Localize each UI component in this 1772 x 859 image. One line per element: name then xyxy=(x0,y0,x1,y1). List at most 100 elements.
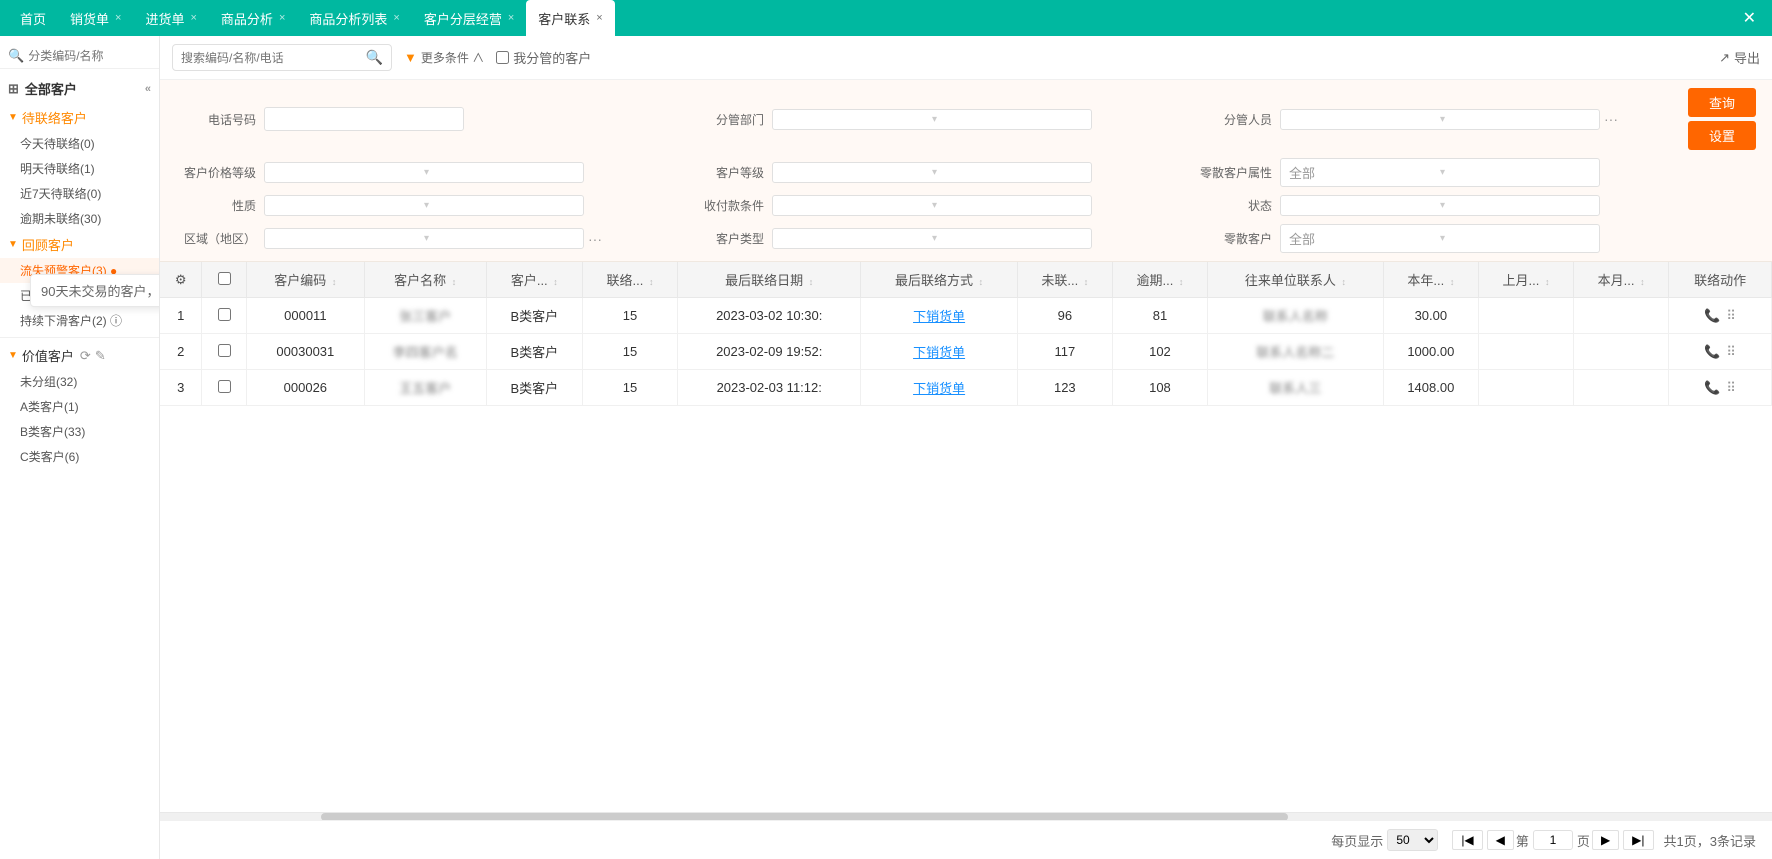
tab-home[interactable]: 首页 xyxy=(8,9,58,28)
filter-select-nature[interactable]: ▾ xyxy=(264,195,584,216)
select-all-checkbox[interactable] xyxy=(218,272,231,285)
sort-icon-last-date[interactable]: ↕ xyxy=(809,277,814,287)
sidebar-item-class-b[interactable]: B类客户(33) xyxy=(0,419,159,444)
sidebar-collapse-icon[interactable]: « xyxy=(145,83,151,95)
filter-select-retail-customer[interactable]: 全部 ▾ xyxy=(1280,224,1600,253)
td-overdue-2: 102 xyxy=(1112,334,1207,370)
sidebar-group-pending[interactable]: ▼ 待联络客户 xyxy=(0,104,159,131)
row-checkbox-1[interactable] xyxy=(218,308,231,321)
td-last-method-1[interactable]: 下销货单 xyxy=(861,298,1017,334)
table-row: 2 00030031 李四客户名 B类客户 15 2023-02-09 19:5… xyxy=(160,334,1772,370)
row-checkbox-3[interactable] xyxy=(218,380,231,393)
filter-select-customer-level[interactable]: ▾ xyxy=(772,162,1092,183)
td-contact-1: 15 xyxy=(582,298,677,334)
toolbar-filter-button[interactable]: ▼ 更多条件 ∧ xyxy=(404,49,484,66)
filter-input-phone[interactable] xyxy=(264,107,464,131)
action-call-1[interactable]: 📞 xyxy=(1704,308,1720,324)
tab-purchase-close[interactable]: × xyxy=(190,12,196,24)
sidebar-item-tomorrow[interactable]: 明天待联络(1) xyxy=(0,156,159,181)
sort-icon-contact-person[interactable]: ↕ xyxy=(1341,277,1346,287)
filter-select-person[interactable]: ▾ xyxy=(1280,109,1600,130)
sidebar-value-refresh-icon[interactable]: ⟳ xyxy=(80,348,91,364)
sort-icon-code[interactable]: ↕ xyxy=(332,277,337,287)
filter-select-retail-attr[interactable]: 全部 ▾ xyxy=(1280,158,1600,187)
filter-select-price-level[interactable]: ▾ xyxy=(264,162,584,183)
my-customers-checkbox[interactable] xyxy=(496,51,509,64)
action-more-3[interactable]: ⠿ xyxy=(1726,380,1736,396)
window-close-button[interactable]: ✕ xyxy=(1735,8,1764,28)
sidebar-item-class-c[interactable]: C类客户(6) xyxy=(0,444,159,469)
action-call-3[interactable]: 📞 xyxy=(1704,380,1720,396)
sidebar-item-unclassified[interactable]: 未分组(32) xyxy=(0,369,159,394)
filter-region-dots[interactable]: ··· xyxy=(588,231,602,247)
tab-analysis-list[interactable]: 商品分析列表 × xyxy=(297,0,411,36)
query-button[interactable]: 查询 xyxy=(1688,88,1756,117)
th-current-month: 本月... ↕ xyxy=(1574,262,1669,298)
toolbar-export-button[interactable]: ↗ 导出 xyxy=(1719,48,1760,67)
td-current-month-3 xyxy=(1574,370,1669,406)
td-last-method-3[interactable]: 下销货单 xyxy=(861,370,1017,406)
tab-analysis-list-close[interactable]: × xyxy=(393,12,399,24)
filter-select-region[interactable]: ▾ xyxy=(264,228,584,249)
action-more-2[interactable]: ⠿ xyxy=(1726,344,1736,360)
sidebar-search-input[interactable] xyxy=(28,49,151,63)
prev-page-button[interactable]: ◀ xyxy=(1487,830,1514,850)
sort-icon-type[interactable]: ↕ xyxy=(553,277,558,287)
sidebar-item-declining[interactable]: 持续下滑客户(2) ⓘ xyxy=(0,308,159,333)
tab-purchase[interactable]: 进货单 × xyxy=(133,0,208,36)
filter-select-customer-type[interactable]: ▾ xyxy=(772,228,1092,249)
sort-icon-uncontacted[interactable]: ↕ xyxy=(1084,277,1089,287)
sidebar-item-today[interactable]: 今天待联络(0) xyxy=(0,131,159,156)
horizontal-scrollbar[interactable] xyxy=(160,812,1772,820)
td-check-1[interactable] xyxy=(202,298,247,334)
tab-customer-layer[interactable]: 客户分层经营 × xyxy=(412,0,526,36)
sort-icon-contact[interactable]: ↕ xyxy=(649,277,654,287)
tab-customer-contact-close[interactable]: × xyxy=(596,12,602,24)
sidebar-group-value-arrow: ▼ xyxy=(8,350,18,361)
sidebar-item-class-a[interactable]: A类客户(1) xyxy=(0,394,159,419)
sort-icon-overdue[interactable]: ↕ xyxy=(1179,277,1184,287)
next-page-button[interactable]: ▶ xyxy=(1592,830,1619,850)
toolbar-search-input[interactable] xyxy=(181,51,362,65)
sidebar-item-7days[interactable]: 近7天待联络(0) xyxy=(0,181,159,206)
link-method-3[interactable]: 下销货单 xyxy=(913,381,965,396)
sort-icon-current-month[interactable]: ↕ xyxy=(1640,277,1645,287)
row-checkbox-2[interactable] xyxy=(218,344,231,357)
toolbar-search-icon[interactable]: 🔍 xyxy=(366,49,383,66)
link-method-1[interactable]: 下销货单 xyxy=(913,309,965,324)
tab-customer-layer-close[interactable]: × xyxy=(508,12,514,24)
action-more-1[interactable]: ⠿ xyxy=(1726,308,1736,324)
td-check-3[interactable] xyxy=(202,370,247,406)
tab-analysis[interactable]: 商品分析 × xyxy=(209,0,297,36)
sort-icon-last-method[interactable]: ↕ xyxy=(979,277,984,287)
sort-icon-name[interactable]: ↕ xyxy=(452,277,457,287)
settings-button[interactable]: 设置 xyxy=(1688,121,1756,150)
sidebar-group-value[interactable]: ▼ 价值客户 ⟳ ✎ xyxy=(0,342,159,369)
last-page-button[interactable]: ▶| xyxy=(1623,830,1653,850)
sidebar-item-overdue[interactable]: 逾期未联络(30) xyxy=(0,206,159,231)
current-page-input[interactable] xyxy=(1533,830,1573,850)
first-page-button[interactable]: |◀ xyxy=(1452,830,1482,850)
per-page-select[interactable]: 50 100 200 xyxy=(1387,829,1438,851)
tab-sales[interactable]: 销货单 × xyxy=(58,0,133,36)
sort-icon-current-year[interactable]: ↕ xyxy=(1450,277,1455,287)
link-method-2[interactable]: 下销货单 xyxy=(913,345,965,360)
filter-person-dots[interactable]: ··· xyxy=(1604,111,1618,127)
th-settings[interactable]: ⚙ xyxy=(160,262,202,298)
filter-select-payment[interactable]: ▾ xyxy=(772,195,1092,216)
sidebar-group-review[interactable]: ▼ 回顾客户 xyxy=(0,231,159,258)
sort-icon-last-month[interactable]: ↕ xyxy=(1545,277,1550,287)
th-checkbox[interactable] xyxy=(202,262,247,298)
filter-select-dept[interactable]: ▾ xyxy=(772,109,1092,130)
tab-sales-close[interactable]: × xyxy=(115,12,121,24)
td-year-2: 1000.00 xyxy=(1383,334,1478,370)
sidebar-value-edit-icon[interactable]: ✎ xyxy=(95,348,106,364)
td-last-method-2[interactable]: 下销货单 xyxy=(861,334,1017,370)
action-call-2[interactable]: 📞 xyxy=(1704,344,1720,360)
td-check-2[interactable] xyxy=(202,334,247,370)
tab-analysis-close[interactable]: × xyxy=(279,12,285,24)
tab-customer-contact[interactable]: 客户联系 × xyxy=(526,0,614,36)
filter-field-payment: 收付款条件 ▾ xyxy=(684,195,1168,216)
sidebar-all-customers[interactable]: ⊞ 全部客户 « xyxy=(0,73,159,104)
filter-select-status[interactable]: ▾ xyxy=(1280,195,1600,216)
